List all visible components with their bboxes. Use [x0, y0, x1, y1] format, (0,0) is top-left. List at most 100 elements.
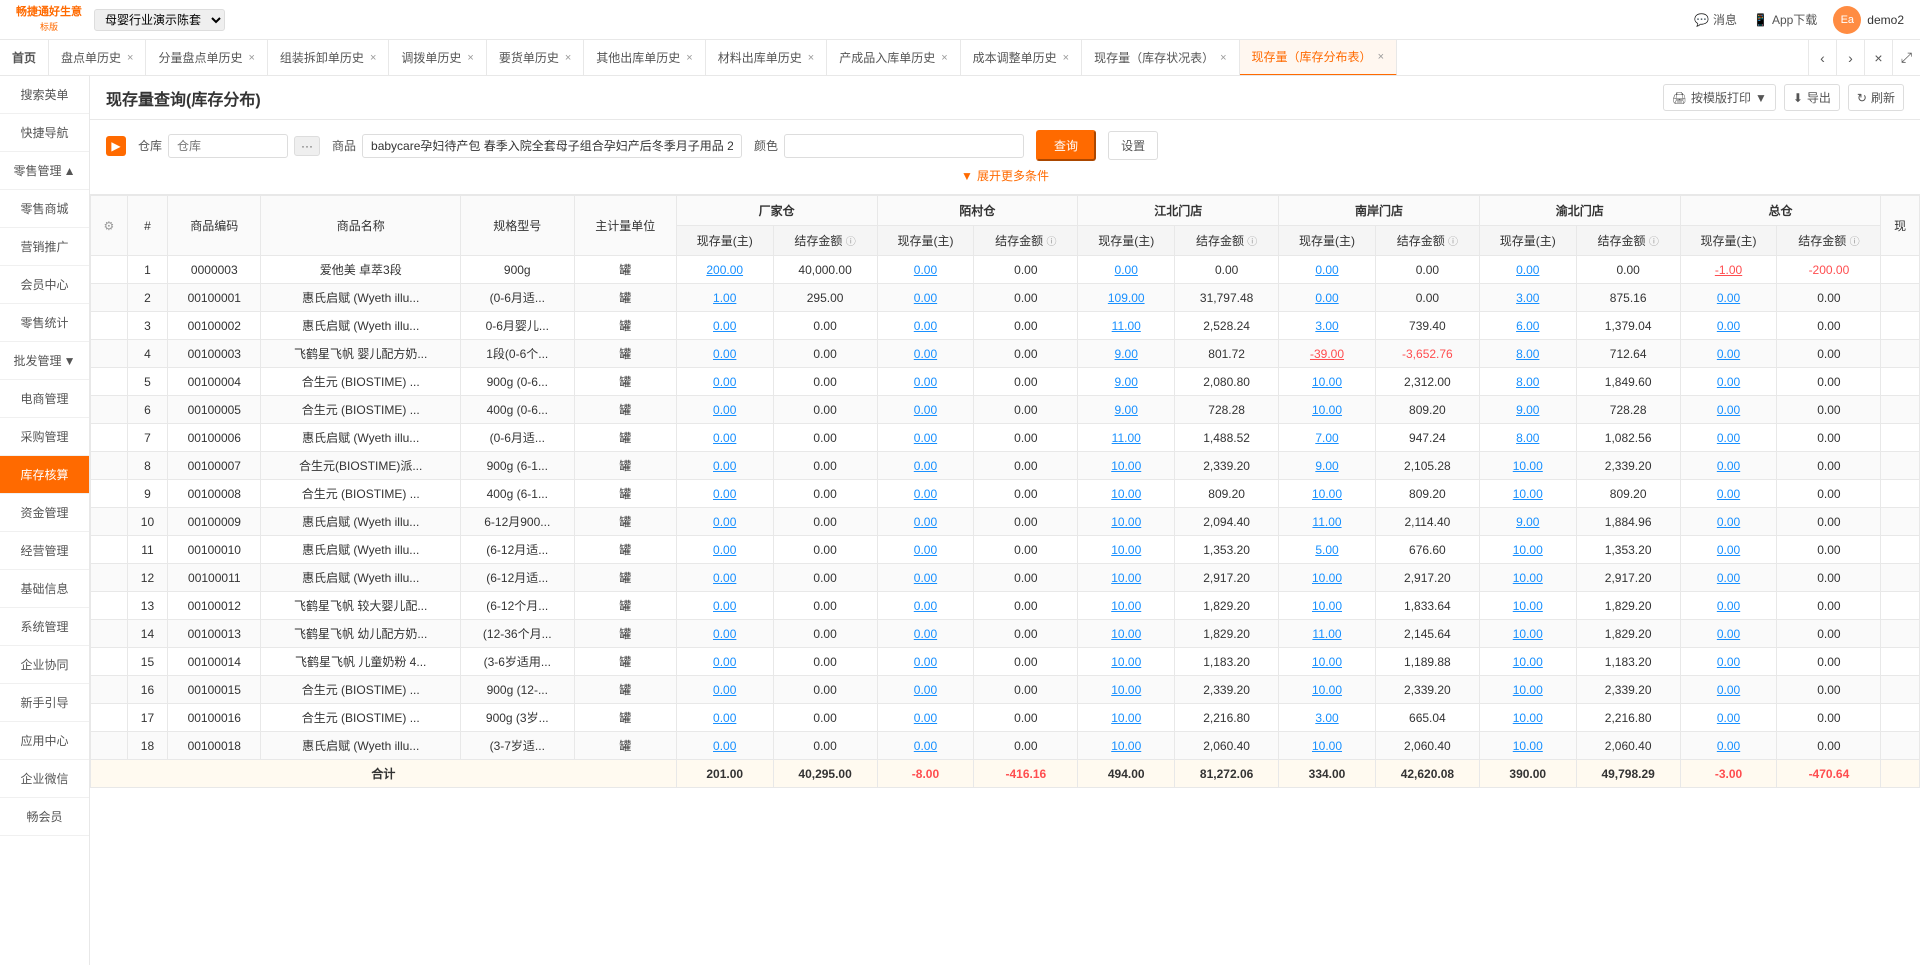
tab-zuzhuan[interactable]: 组装拆卸单历史 ×: [268, 40, 389, 76]
expand-conditions[interactable]: ▼ 展开更多条件: [106, 167, 1904, 184]
sidebar-item-enterprise[interactable]: 企业协同: [0, 646, 89, 684]
cell-link[interactable]: 10.00: [1513, 459, 1543, 473]
cell-link[interactable]: 9.00: [1115, 347, 1138, 361]
cell-link[interactable]: 0.00: [713, 431, 736, 445]
cell-link[interactable]: 9.00: [1115, 375, 1138, 389]
cell-link[interactable]: 10.00: [1513, 599, 1543, 613]
sidebar-item-nav[interactable]: 快捷导航: [0, 114, 89, 152]
sidebar-item-retail-mall[interactable]: 零售商城: [0, 190, 89, 228]
cell-link[interactable]: 1.00: [713, 291, 736, 305]
cell-link[interactable]: 6.00: [1516, 319, 1539, 333]
cell-link[interactable]: 11.00: [1312, 627, 1341, 641]
cell-link[interactable]: 3.00: [1315, 711, 1338, 725]
cell-link[interactable]: 0.00: [914, 431, 937, 445]
cell-link[interactable]: 0.00: [713, 543, 736, 557]
cell-link[interactable]: 10.00: [1111, 599, 1141, 613]
cell-link[interactable]: 0.00: [713, 487, 736, 501]
sidebar-item-guide[interactable]: 新手引导: [0, 684, 89, 722]
cell-link[interactable]: 10.00: [1513, 711, 1543, 725]
tab-xiancun-status[interactable]: 现存量（库存状况表） ×: [1082, 40, 1239, 76]
cell-link[interactable]: 0.00: [1717, 515, 1740, 529]
tab-chancheng[interactable]: 产成品入库单历史 ×: [827, 40, 960, 76]
sidebar-item-retail-mgmt[interactable]: 零售管理 ▲: [0, 152, 89, 190]
cell-link[interactable]: 0.00: [914, 319, 937, 333]
cell-link[interactable]: 200.00: [706, 263, 743, 277]
cell-link[interactable]: 8.00: [1516, 375, 1539, 389]
cell-link[interactable]: 10.00: [1111, 655, 1141, 669]
cell-link[interactable]: 9.00: [1115, 403, 1138, 417]
cell-link[interactable]: 0.00: [713, 375, 736, 389]
industry-select[interactable]: 母婴行业演示陈套: [94, 9, 225, 31]
cell-link[interactable]: 10.00: [1312, 375, 1342, 389]
close-icon[interactable]: ×: [1063, 52, 1069, 64]
tab-pandian[interactable]: 盘点单历史 ×: [49, 40, 146, 76]
sidebar-item-app-center[interactable]: 应用中心: [0, 722, 89, 760]
cell-link[interactable]: 9.00: [1516, 403, 1539, 417]
print-btn[interactable]: 🖨 按模版打印 ▼: [1663, 84, 1776, 111]
cell-link[interactable]: 10.00: [1513, 627, 1543, 641]
cell-link[interactable]: 3.00: [1315, 319, 1338, 333]
sidebar-item-ecommerce[interactable]: 电商管理: [0, 380, 89, 418]
cell-link[interactable]: 0.00: [713, 599, 736, 613]
cell-link[interactable]: 10.00: [1513, 655, 1543, 669]
cell-link[interactable]: 10.00: [1312, 599, 1342, 613]
close-icon[interactable]: ×: [127, 52, 133, 64]
close-icon[interactable]: ×: [808, 52, 814, 64]
sidebar-item-system[interactable]: 系统管理: [0, 608, 89, 646]
cell-link[interactable]: 0.00: [914, 599, 937, 613]
sidebar-item-member[interactable]: 会员中心: [0, 266, 89, 304]
cell-link[interactable]: 10.00: [1111, 739, 1141, 753]
cell-link[interactable]: 0.00: [1516, 263, 1539, 277]
cell-link[interactable]: 0.00: [914, 291, 937, 305]
cell-link[interactable]: 10.00: [1111, 683, 1141, 697]
cell-link[interactable]: 5.00: [1315, 543, 1338, 557]
sidebar-item-search[interactable]: 搜索英单: [0, 76, 89, 114]
sidebar-item-finance[interactable]: 资金管理: [0, 494, 89, 532]
cell-link[interactable]: 0.00: [713, 571, 736, 585]
nav-expand[interactable]: ⤢: [1892, 40, 1920, 76]
cell-link[interactable]: 10.00: [1111, 515, 1141, 529]
settings-btn[interactable]: 设置: [1108, 131, 1158, 160]
tab-cailiao[interactable]: 材料出库单历史 ×: [706, 40, 827, 76]
nav-next[interactable]: ›: [1836, 40, 1864, 76]
cell-link[interactable]: 10.00: [1111, 487, 1141, 501]
export-btn[interactable]: ⬇ 导出: [1784, 84, 1840, 111]
cell-link[interactable]: 0.00: [1717, 347, 1740, 361]
goods-input[interactable]: [362, 134, 742, 158]
tab-qitachuku[interactable]: 其他出库单历史 ×: [584, 40, 705, 76]
color-input[interactable]: [784, 134, 1024, 158]
close-icon[interactable]: ×: [941, 52, 947, 64]
cell-link[interactable]: -39.00: [1310, 347, 1344, 361]
cell-link[interactable]: 0.00: [914, 347, 937, 361]
cell-link[interactable]: 10.00: [1513, 487, 1543, 501]
sidebar-item-inventory[interactable]: 库存核算: [0, 456, 89, 494]
close-icon[interactable]: ×: [467, 52, 473, 64]
cell-link[interactable]: 11.00: [1312, 515, 1341, 529]
cell-link[interactable]: 0.00: [1717, 739, 1740, 753]
warehouse-input[interactable]: [168, 134, 288, 158]
refresh-btn[interactable]: ↻ 刷新: [1848, 84, 1904, 111]
cell-link[interactable]: 0.00: [914, 263, 937, 277]
cell-link[interactable]: 0.00: [713, 459, 736, 473]
cell-link[interactable]: 0.00: [1717, 571, 1740, 585]
cell-link[interactable]: 0.00: [713, 627, 736, 641]
cell-link[interactable]: 0.00: [1717, 655, 1740, 669]
cell-link[interactable]: 0.00: [713, 683, 736, 697]
cell-link[interactable]: 0.00: [914, 543, 937, 557]
cell-link[interactable]: 0.00: [914, 627, 937, 641]
cell-link[interactable]: 10.00: [1312, 487, 1342, 501]
cell-link[interactable]: 0.00: [713, 711, 736, 725]
cell-link[interactable]: 0.00: [1115, 263, 1138, 277]
cell-link[interactable]: 0.00: [1717, 683, 1740, 697]
cell-link[interactable]: 10.00: [1111, 627, 1141, 641]
cell-link[interactable]: 0.00: [914, 403, 937, 417]
sidebar-item-wholesale[interactable]: 批发管理 ▼: [0, 342, 89, 380]
cell-link[interactable]: 11.00: [1112, 431, 1141, 445]
nav-prev[interactable]: ‹: [1808, 40, 1836, 76]
cell-link[interactable]: 9.00: [1516, 515, 1539, 529]
tab-yaohuo[interactable]: 要货单历史 ×: [487, 40, 584, 76]
cell-link[interactable]: 0.00: [914, 487, 937, 501]
tab-xiancun-dist[interactable]: 现存量（库存分布表） ×: [1240, 40, 1397, 76]
cell-link[interactable]: 10.00: [1312, 683, 1342, 697]
cell-link[interactable]: 3.00: [1516, 291, 1539, 305]
